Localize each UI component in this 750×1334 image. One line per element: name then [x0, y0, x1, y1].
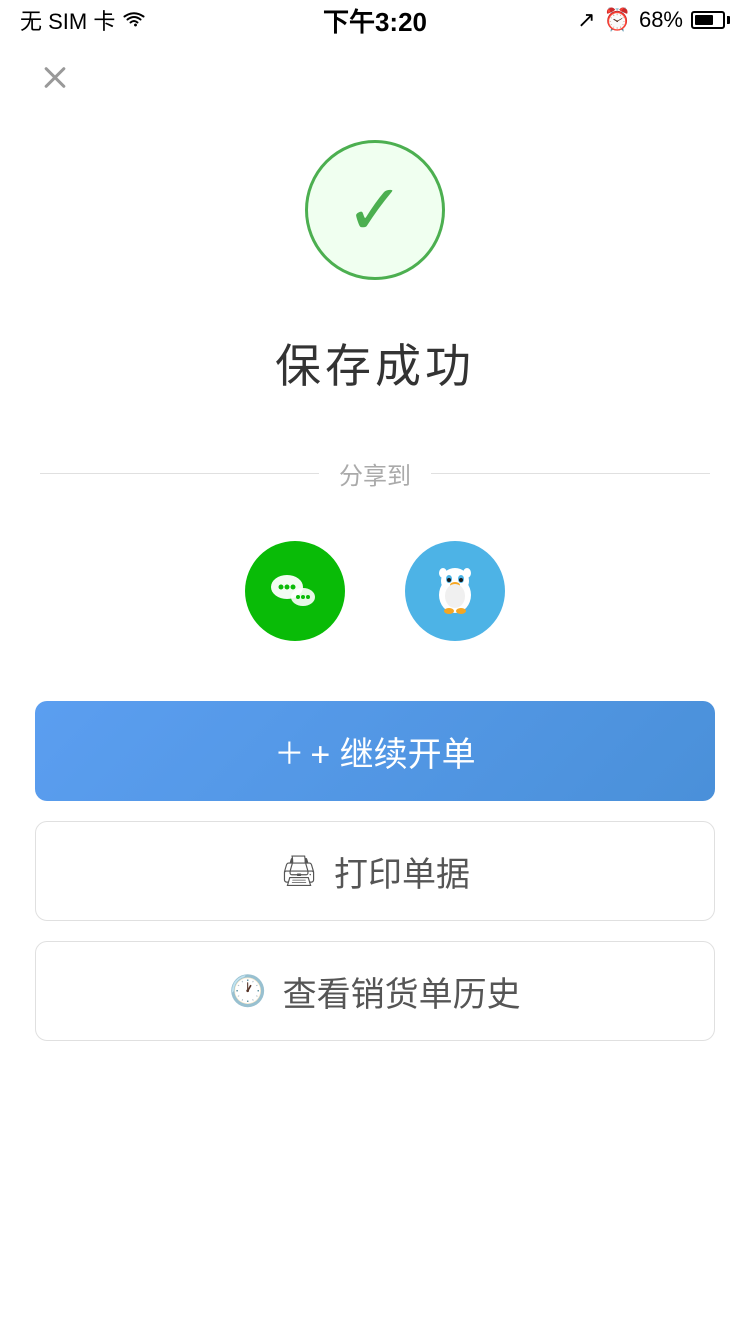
history-button[interactable]: 🕐 查看销货单历史	[35, 941, 715, 1041]
wechat-share-button[interactable]	[245, 541, 345, 641]
share-divider: 分享到	[40, 456, 710, 491]
plus-icon: ＋	[274, 729, 304, 773]
wifi-icon	[123, 12, 145, 28]
close-button[interactable]	[30, 52, 80, 102]
print-icon: 🖨	[280, 854, 318, 889]
history-icon: 🕐	[229, 974, 266, 1009]
continue-label: + 继续开单	[310, 727, 475, 776]
print-button[interactable]: 🖨 打印单据	[35, 821, 715, 921]
share-label: 分享到	[339, 456, 411, 491]
share-section: 分享到	[0, 456, 750, 641]
qq-share-button[interactable]	[405, 541, 505, 641]
wechat-icon	[267, 567, 323, 615]
qq-icon	[425, 561, 485, 621]
history-label: 查看销货单历史	[283, 967, 521, 1016]
continue-button[interactable]: ＋ + 继续开单	[35, 701, 715, 801]
battery-indicator	[691, 11, 730, 29]
checkmark-icon: ✓	[346, 175, 405, 245]
success-circle: ✓	[305, 140, 445, 280]
action-buttons: ＋ + 继续开单 🖨 打印单据 🕐 查看销货单历史	[35, 701, 715, 1041]
status-left: 无 SIM 卡	[20, 4, 145, 36]
battery-percent: 68%	[639, 7, 683, 33]
status-right: ↗ ⏰ 68%	[577, 7, 730, 33]
status-bar: 无 SIM 卡 下午3:20 ↗ ⏰ 68%	[0, 0, 750, 40]
status-time: 下午3:20	[323, 2, 427, 39]
print-label: 打印单据	[334, 847, 470, 896]
share-icons	[40, 541, 710, 641]
location-icon: ↗	[577, 7, 595, 33]
main-content: ✓ 保存成功 分享到	[0, 40, 750, 1041]
success-title: 保存成功	[275, 330, 475, 396]
no-sim-text: 无 SIM 卡	[20, 4, 115, 36]
alarm-icon: ⏰	[604, 7, 631, 33]
